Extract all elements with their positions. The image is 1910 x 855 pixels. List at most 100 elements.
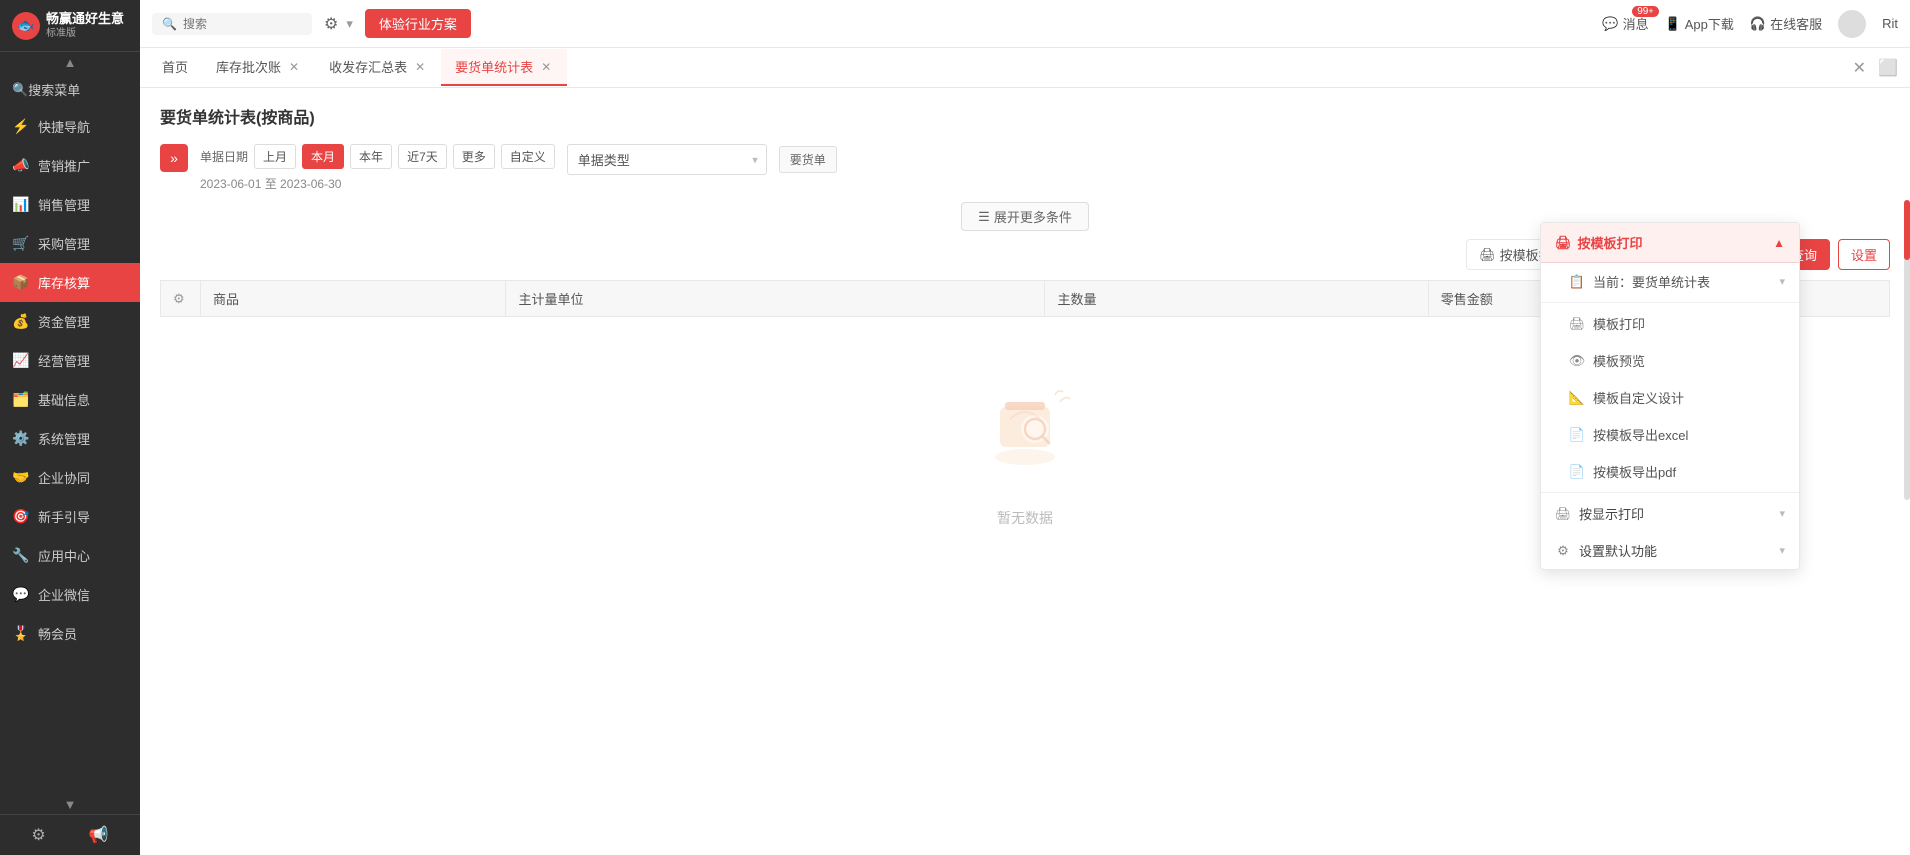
- messages-badge: 99+: [1632, 6, 1658, 17]
- app-icon: 📱: [1665, 16, 1681, 32]
- trial-btn[interactable]: 体验行业方案: [365, 9, 471, 38]
- sidebar-item-finance[interactable]: 💰 资金管理: [0, 302, 140, 341]
- page-title: 要货单统计表(按商品): [160, 104, 1890, 128]
- page-area: 要货单统计表(按商品) » 单据日期 上月 本月 本年 近7天 更多 自定义: [140, 88, 1910, 855]
- message-icon: 💬: [1602, 16, 1618, 32]
- main-content: 🔍 ⚙ ▾ 体验行业方案 💬 消息 99+ 📱 App下载 🎧 在线客服 Rit: [140, 0, 1910, 855]
- date-btn-custom[interactable]: 自定义: [501, 144, 555, 169]
- settings-btn[interactable]: 设置: [1838, 239, 1890, 270]
- online-service-btn[interactable]: 🎧 在线客服: [1750, 14, 1822, 33]
- date-btn-this-month[interactable]: 本月: [302, 144, 344, 169]
- tab-batch-account[interactable]: 库存批次账 ✕: [202, 49, 315, 86]
- print-dropdown: 🖨 按模板打印 ▲ 📋 当前：要货单统计表 ▾ 🖨 模板打印 👁 模板预览: [1540, 222, 1800, 570]
- tabs-bar: 首页 库存批次账 ✕ 收发存汇总表 ✕ 要货单统计表 ✕ ✕ ⬜: [140, 48, 1910, 88]
- current-template-icon: 📋: [1569, 274, 1585, 290]
- print-dropdown-header[interactable]: 🖨 按模板打印 ▲: [1541, 223, 1799, 263]
- current-template-arrow: ▾: [1779, 275, 1785, 288]
- goods-tag[interactable]: 要货单: [779, 146, 837, 173]
- tab-receipt-summary[interactable]: 收发存汇总表 ✕: [315, 49, 441, 86]
- date-btn-this-year[interactable]: 本年: [350, 144, 392, 169]
- topbar-search-box[interactable]: 🔍: [152, 13, 312, 35]
- date-buttons-row: 单据日期 上月 本月 本年 近7天 更多 自定义: [200, 144, 555, 169]
- date-btn-7days[interactable]: 近7天: [398, 144, 447, 169]
- app-download-btn[interactable]: 📱 App下载: [1665, 14, 1734, 33]
- table-col-settings-icon[interactable]: ⚙: [173, 291, 185, 306]
- print-template-print-btn[interactable]: 🖨 模板打印: [1541, 305, 1799, 342]
- sidebar-speaker-icon[interactable]: 📢: [89, 825, 109, 845]
- topbar: 🔍 ⚙ ▾ 体验行业方案 💬 消息 99+ 📱 App下载 🎧 在线客服 Rit: [140, 0, 1910, 48]
- topbar-search-icon: 🔍: [162, 17, 177, 31]
- doc-type-filter: 单据类型 ▾: [567, 144, 767, 175]
- sidebar-search[interactable]: 🔍 搜索菜单: [0, 72, 140, 107]
- set-default-btn[interactable]: ⚙ 设置默认功能 ▾: [1541, 532, 1799, 569]
- sidebar-item-system[interactable]: ⚙️ 系统管理: [0, 419, 140, 458]
- user-avatar[interactable]: [1838, 10, 1866, 38]
- table-settings-col[interactable]: ⚙: [161, 281, 201, 317]
- date-filter-group: 单据日期 上月 本月 本年 近7天 更多 自定义 2023-06-01 至 20…: [200, 144, 555, 192]
- set-default-arrow: ▾: [1779, 544, 1785, 557]
- topbar-search-input[interactable]: [183, 17, 283, 31]
- topbar-right: 💬 消息 99+ 📱 App下载 🎧 在线客服 Rit: [1602, 10, 1898, 38]
- member-icon: 🎖️: [12, 625, 30, 643]
- service-icon: 🎧: [1750, 16, 1766, 32]
- display-print-icon: 🖨: [1555, 506, 1571, 522]
- tab-maximize-btn[interactable]: ⬜: [1874, 56, 1902, 80]
- sidebar-item-basic[interactable]: 🗂️ 基础信息: [0, 380, 140, 419]
- topbar-settings-icon[interactable]: ⚙: [324, 14, 338, 34]
- sidebar-settings-icon[interactable]: ⚙: [31, 825, 45, 845]
- expand-more-button[interactable]: ☰ 展开更多条件: [961, 202, 1089, 231]
- sidebar-item-collab[interactable]: 🤝 企业协同: [0, 458, 140, 497]
- date-btn-more[interactable]: 更多: [453, 144, 495, 169]
- date-filter-label: 单据日期: [200, 148, 248, 165]
- tabs-actions: ✕ ⬜: [1849, 56, 1902, 80]
- template-preview-icon: 👁: [1569, 353, 1585, 369]
- sidebar-item-quick-nav[interactable]: ⚡ 快捷导航: [0, 107, 140, 146]
- print-dropdown-close-icon[interactable]: ▲: [1773, 236, 1785, 250]
- sidebar-item-operations[interactable]: 📈 经营管理: [0, 341, 140, 380]
- goods-filter: 要货单: [779, 146, 837, 173]
- messages-btn[interactable]: 💬 消息 99+: [1602, 14, 1648, 33]
- sidebar-item-sales[interactable]: 📊 销售管理: [0, 185, 140, 224]
- display-print-arrow: ▾: [1779, 507, 1785, 520]
- tab-home[interactable]: 首页: [148, 49, 202, 86]
- template-design-icon: 📐: [1569, 390, 1585, 406]
- sidebar-item-wechat[interactable]: 💬 企业微信: [0, 575, 140, 614]
- finance-icon: 💰: [12, 313, 30, 331]
- print-icon: 🖨: [1479, 247, 1496, 263]
- basic-icon: 🗂️: [12, 391, 30, 409]
- guide-icon: 🎯: [12, 508, 30, 526]
- tab-close-receipt-summary[interactable]: ✕: [413, 61, 427, 73]
- search-icon: 🔍: [12, 82, 28, 98]
- tab-close-order-stats[interactable]: ✕: [539, 61, 553, 73]
- tab-close-all-btn[interactable]: ✕: [1849, 56, 1870, 80]
- topbar-chevron-icon[interactable]: ▾: [346, 16, 353, 32]
- sidebar-item-member[interactable]: 🎖️ 畅会员: [0, 614, 140, 653]
- sidebar-item-marketing[interactable]: 📣 营销推广: [0, 146, 140, 185]
- sidebar-scroll-down[interactable]: ▼: [0, 794, 140, 814]
- sidebar-item-apps[interactable]: 🔧 应用中心: [0, 536, 140, 575]
- sidebar-item-guide[interactable]: 🎯 新手引导: [0, 497, 140, 536]
- print-template-excel-btn[interactable]: 📄 按模板导出excel: [1541, 416, 1799, 453]
- tab-order-stats[interactable]: 要货单统计表 ✕: [441, 49, 567, 86]
- sidebar-item-purchase[interactable]: 🛒 采购管理: [0, 224, 140, 263]
- display-print-btn[interactable]: 🖨 按显示打印 ▾: [1541, 495, 1799, 532]
- print-current-template[interactable]: 📋 当前：要货单统计表 ▾: [1541, 263, 1799, 300]
- print-template-design-btn[interactable]: 📐 模板自定义设计: [1541, 379, 1799, 416]
- sidebar-bottom: ⚙ 📢: [0, 814, 140, 855]
- sidebar-scroll-up[interactable]: ▲: [0, 52, 140, 72]
- sidebar-item-inventory[interactable]: 📦 库存核算: [0, 263, 140, 302]
- table-col-goods: 商品: [201, 281, 506, 317]
- collab-icon: 🤝: [12, 469, 30, 487]
- inventory-icon: 📦: [12, 274, 30, 292]
- expand-icon: »: [170, 150, 178, 166]
- right-scrollbar-thumb[interactable]: [1904, 200, 1910, 260]
- print-template-pdf-btn[interactable]: 📄 按模板导出pdf: [1541, 453, 1799, 490]
- tab-close-batch-account[interactable]: ✕: [287, 61, 301, 73]
- print-template-preview-btn[interactable]: 👁 模板预览: [1541, 342, 1799, 379]
- operations-icon: 📈: [12, 352, 30, 370]
- date-btn-prev-month[interactable]: 上月: [254, 144, 296, 169]
- empty-text: 暂无数据: [997, 508, 1053, 528]
- right-scrollbar[interactable]: [1904, 200, 1910, 500]
- filter-expand-btn[interactable]: »: [160, 144, 188, 172]
- doc-type-select[interactable]: 单据类型 ▾: [567, 144, 767, 175]
